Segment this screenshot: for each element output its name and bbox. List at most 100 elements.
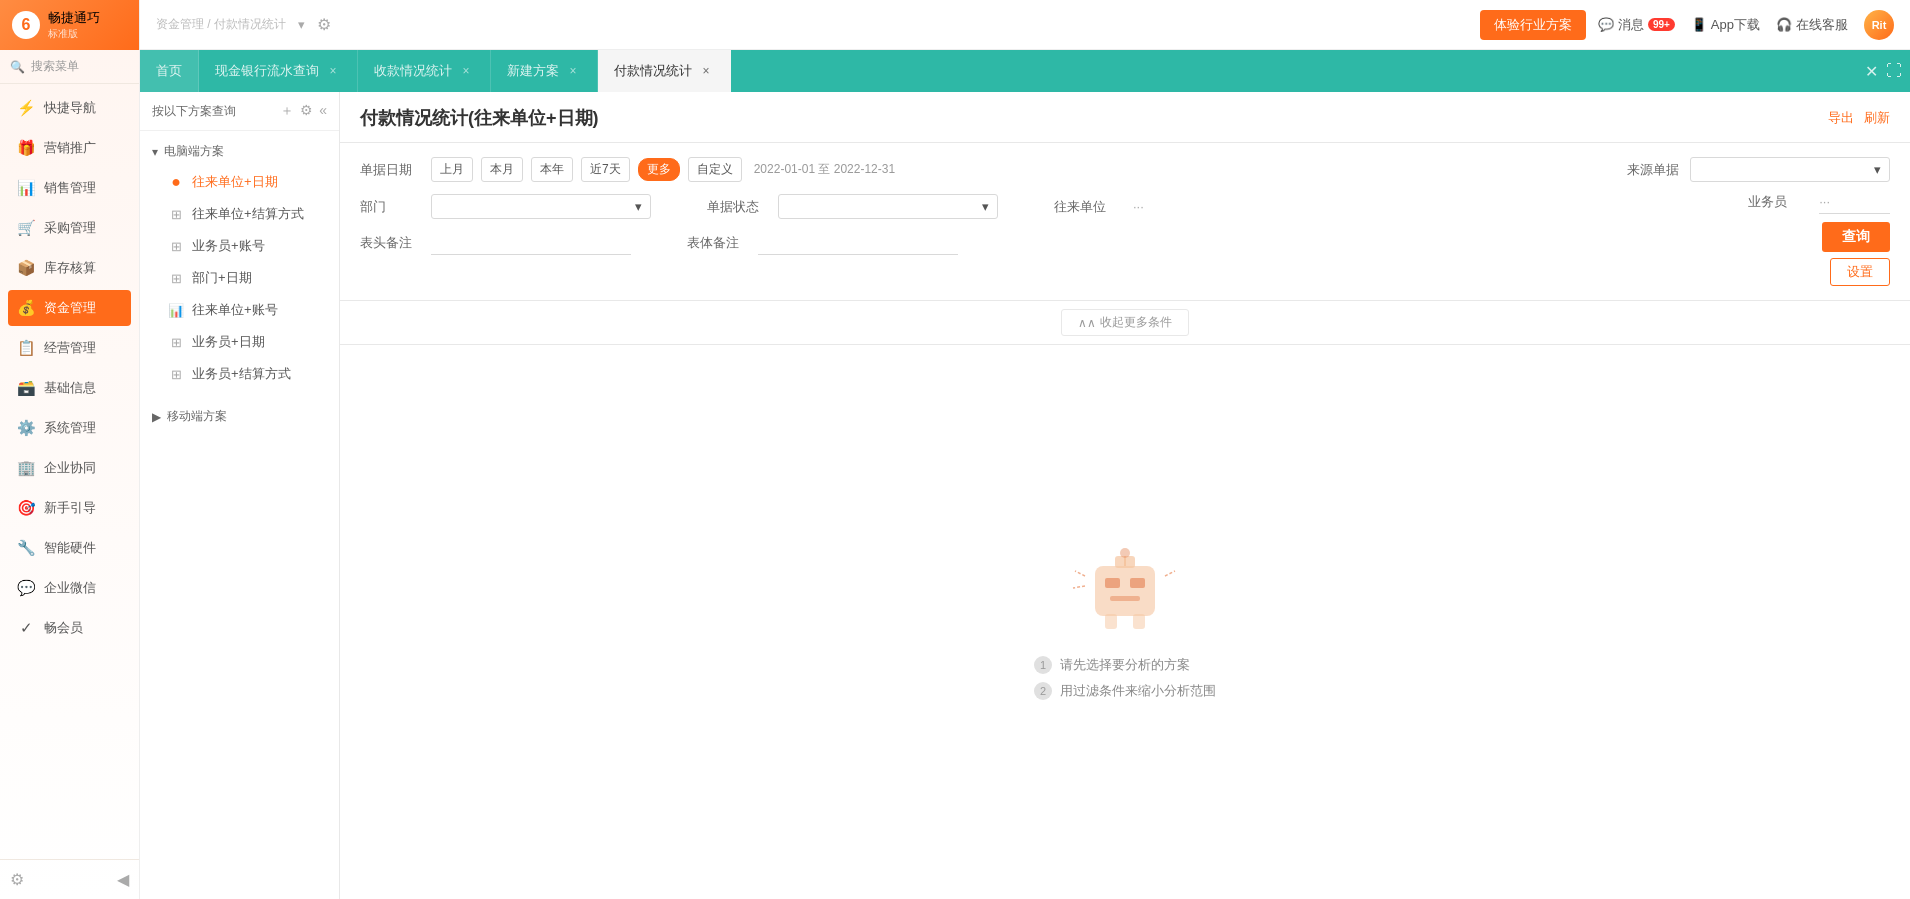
nav-item-quick-nav[interactable]: ⚡ 快捷导航 bbox=[0, 88, 139, 128]
header-note-input[interactable] bbox=[431, 231, 631, 255]
app-download-action[interactable]: 📱 App下载 bbox=[1691, 16, 1760, 34]
nav-item-operation[interactable]: 📋 经营管理 bbox=[0, 328, 139, 368]
collapse-button[interactable]: ∧∧ 收起更多条件 bbox=[1061, 309, 1189, 336]
logo-title: 畅捷通巧 bbox=[48, 9, 100, 27]
add-scheme-icon[interactable]: ＋ bbox=[280, 102, 294, 120]
user-avatar[interactable]: Rit bbox=[1864, 10, 1894, 40]
dept-dropdown-icon: ▾ bbox=[635, 199, 642, 214]
tab-new-scheme[interactable]: 新建方案 × bbox=[491, 50, 598, 92]
filter-date-content: 上月 本月 本年 近7天 更多 自定义 2022-01-01 至 2022-12… bbox=[431, 157, 1607, 182]
scheme-settings-icon[interactable]: ⚙ bbox=[300, 102, 313, 120]
query-btns: 查询 设置 bbox=[1822, 222, 1890, 286]
tab-pay-stats-close-icon[interactable]: × bbox=[698, 63, 714, 79]
collapse-label: 收起更多条件 bbox=[1100, 314, 1172, 331]
enterprise-icon: 🏢 bbox=[16, 458, 36, 478]
mobile-scheme-title[interactable]: ▶ 移动端方案 bbox=[140, 402, 339, 431]
settings-icon[interactable]: ⚙ bbox=[10, 870, 24, 889]
dropdown-arrow-icon[interactable]: ▾ bbox=[298, 17, 305, 32]
page-title-row: 付款情况统计(往来单位+日期) 导出 刷新 bbox=[360, 106, 1890, 130]
svg-rect-3 bbox=[1110, 596, 1140, 601]
doc-status-dropdown-icon: ▾ bbox=[982, 199, 989, 214]
online-service-action[interactable]: 🎧 在线客服 bbox=[1776, 16, 1848, 34]
tab-home[interactable]: 首页 bbox=[140, 50, 199, 92]
scheme-item-staff-settle[interactable]: ⊞ 业务员+结算方式 bbox=[140, 358, 339, 390]
maximize-icon[interactable]: ⛶ bbox=[1886, 62, 1902, 80]
scheme-chart-icon: 📊 bbox=[168, 302, 184, 318]
source-select[interactable]: ▾ bbox=[1690, 157, 1890, 182]
message-action[interactable]: 💬 消息 99+ bbox=[1598, 16, 1675, 34]
refresh-button[interactable]: 刷新 bbox=[1864, 109, 1890, 127]
desktop-scheme-title[interactable]: ▾ 电脑端方案 bbox=[140, 137, 339, 166]
date-btn-7days[interactable]: 近7天 bbox=[581, 157, 630, 182]
scheme-item-staff-date[interactable]: ⊞ 业务员+日期 bbox=[140, 326, 339, 358]
date-btn-this-month[interactable]: 本月 bbox=[481, 157, 523, 182]
tab-bank-flow[interactable]: 现金银行流水查询 × bbox=[199, 50, 358, 92]
nav-item-hardware[interactable]: 🔧 智能硬件 bbox=[0, 528, 139, 568]
query-button[interactable]: 查询 bbox=[1822, 222, 1890, 252]
collapse-sidebar-icon[interactable]: ◀ bbox=[117, 870, 129, 889]
page-actions: 导出 刷新 bbox=[1828, 109, 1890, 127]
nav-item-basic-info[interactable]: 🗃️ 基础信息 bbox=[0, 368, 139, 408]
nav-item-inventory[interactable]: 📦 库存核算 bbox=[0, 248, 139, 288]
trial-button[interactable]: 体验行业方案 bbox=[1480, 10, 1586, 40]
nav-item-purchase[interactable]: 🛒 采购管理 bbox=[0, 208, 139, 248]
step-1-text: 请先选择要分析的方案 bbox=[1060, 656, 1190, 674]
source-dropdown-icon: ▾ bbox=[1874, 162, 1881, 177]
date-btn-more[interactable]: 更多 bbox=[638, 158, 680, 181]
page-title: 付款情况统计(往来单位+日期) bbox=[360, 106, 599, 130]
mobile-scheme-section: ▶ 移动端方案 bbox=[140, 396, 339, 437]
staff-more-icon[interactable]: ··· bbox=[1819, 190, 1890, 214]
svg-rect-2 bbox=[1130, 578, 1145, 588]
tab-bank-flow-close-icon[interactable]: × bbox=[325, 63, 341, 79]
close-all-tabs-icon[interactable]: ✕ bbox=[1865, 62, 1878, 81]
settings-button[interactable]: 设置 bbox=[1830, 258, 1890, 286]
nav-item-marketing[interactable]: 🎁 营销推广 bbox=[0, 128, 139, 168]
scheme-item-unit-date[interactable]: ● 往来单位+日期 bbox=[140, 166, 339, 198]
nav-item-member[interactable]: ✓ 畅会员 bbox=[0, 608, 139, 648]
nav-item-capital[interactable]: 💰 资金管理 bbox=[8, 290, 131, 326]
date-btn-last-month[interactable]: 上月 bbox=[431, 157, 473, 182]
header-note-label: 表头备注 bbox=[360, 234, 415, 252]
tab-bank-flow-label: 现金银行流水查询 bbox=[215, 62, 319, 80]
filter-row-dept: 部门 ▾ 单据状态 ▾ 往来单位 ··· bbox=[360, 194, 1607, 219]
nav-item-wechat[interactable]: 💬 企业微信 bbox=[0, 568, 139, 608]
app-download-icon: 📱 bbox=[1691, 17, 1707, 32]
dept-select[interactable]: ▾ bbox=[431, 194, 651, 219]
date-btn-custom[interactable]: 自定义 bbox=[688, 157, 742, 182]
nav-item-enterprise[interactable]: 🏢 企业协同 bbox=[0, 448, 139, 488]
date-btn-this-year[interactable]: 本年 bbox=[531, 157, 573, 182]
nav-item-sales[interactable]: 📊 销售管理 bbox=[0, 168, 139, 208]
doc-status-label: 单据状态 bbox=[707, 198, 762, 216]
online-service-label: 在线客服 bbox=[1796, 16, 1848, 34]
tab-payment-stats-close-icon[interactable]: × bbox=[458, 63, 474, 79]
tab-payment-stats[interactable]: 收款情况统计 × bbox=[358, 50, 491, 92]
tab-new-scheme-close-icon[interactable]: × bbox=[565, 63, 581, 79]
nav-label-hardware: 智能硬件 bbox=[44, 539, 96, 557]
marketing-icon: 🎁 bbox=[16, 138, 36, 158]
expand-mobile-icon: ▶ bbox=[152, 410, 161, 424]
body-note-input[interactable] bbox=[758, 231, 958, 255]
nav-item-guide[interactable]: 🎯 新手引导 bbox=[0, 488, 139, 528]
collapse-panel-icon[interactable]: « bbox=[319, 102, 327, 120]
sales-icon: 📊 bbox=[16, 178, 36, 198]
scheme-item-dept-date-label: 部门+日期 bbox=[192, 269, 252, 287]
scheme-item-dept-date[interactable]: ⊞ 部门+日期 bbox=[140, 262, 339, 294]
scheme-table-icon-2: ⊞ bbox=[168, 238, 184, 254]
export-button[interactable]: 导出 bbox=[1828, 109, 1854, 127]
tab-pay-stats[interactable]: 付款情况统计 × bbox=[598, 50, 731, 92]
mobile-title-label: 移动端方案 bbox=[167, 408, 227, 425]
topbar-actions: 💬 消息 99+ 📱 App下载 🎧 在线客服 Rit bbox=[1598, 10, 1894, 40]
scheme-item-unit-settle[interactable]: ⊞ 往来单位+结算方式 bbox=[140, 198, 339, 230]
nav-label-system: 系统管理 bbox=[44, 419, 96, 437]
panel-header-icons: ＋ ⚙ « bbox=[280, 102, 327, 120]
purchase-icon: 🛒 bbox=[16, 218, 36, 238]
sidebar-search[interactable]: 🔍 搜索菜单 bbox=[0, 50, 139, 84]
scheme-item-unit-account[interactable]: 📊 往来单位+账号 bbox=[140, 294, 339, 326]
partner-more-icon[interactable]: ··· bbox=[1133, 199, 1144, 214]
message-badge: 99+ bbox=[1648, 18, 1675, 31]
doc-status-select[interactable]: ▾ bbox=[778, 194, 998, 219]
scheme-item-staff-account[interactable]: ⊞ 业务员+账号 bbox=[140, 230, 339, 262]
topbar-settings-icon[interactable]: ⚙ bbox=[317, 15, 331, 34]
tabbar-end: ✕ ⛶ bbox=[1857, 50, 1910, 92]
nav-item-system[interactable]: ⚙️ 系统管理 bbox=[0, 408, 139, 448]
